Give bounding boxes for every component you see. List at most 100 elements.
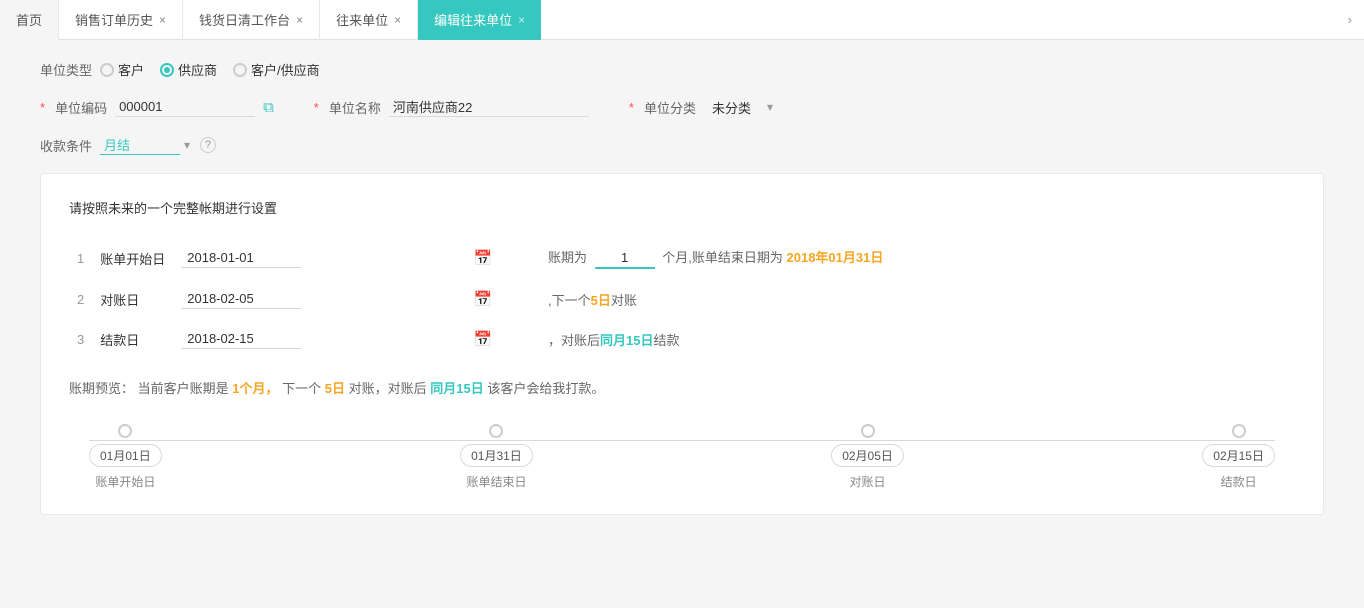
tab-cash-work[interactable]: 钱货日清工作台 × <box>183 0 320 40</box>
step-suffix-2: ,下一个5日对账 <box>540 279 1295 319</box>
tabs-bar: 首页 销售订单历史 × 钱货日清工作台 × 往来单位 × 编辑往来单位 × › <box>0 0 1364 40</box>
preview-text-2: 下一个 <box>282 381 321 396</box>
radio-both-label: 客户/供应商 <box>251 60 320 79</box>
close-icon[interactable]: × <box>296 13 303 27</box>
timeline-node-1: 01月01日 账单开始日 <box>89 424 162 490</box>
timeline-nodes: 01月01日 账单开始日 01月31日 账单结束日 02月05日 对账日 02月… <box>89 424 1275 490</box>
preview-text-3: 对账，对账后 <box>349 381 427 396</box>
preview-hl3: 同月15日 <box>430 381 483 396</box>
chevron-down-payment-icon[interactable]: ▾ <box>184 138 190 152</box>
tab-home-label: 首页 <box>16 10 42 29</box>
calendar-icon-1[interactable]: 📅 <box>473 250 492 267</box>
tab-home[interactable]: 首页 <box>0 0 59 40</box>
radio-circle-both <box>233 63 247 77</box>
payment-terms-label: 收款条件 <box>40 136 92 155</box>
suffix-post-2: 对账 <box>611 293 637 308</box>
radio-circle-customer <box>100 63 114 77</box>
node-date-1: 01月01日 <box>89 444 162 467</box>
node-name-4: 结款日 <box>1221 473 1257 490</box>
preview-hl2: 5日 <box>325 381 345 396</box>
node-date-2: 01月31日 <box>460 444 533 467</box>
tab-partner-unit-label: 往来单位 <box>336 10 388 29</box>
required-star: * <box>629 100 634 115</box>
radio-customer[interactable]: 客户 <box>100 60 144 79</box>
help-icon[interactable]: ? <box>200 137 216 153</box>
required-star: * <box>40 100 45 115</box>
suffix-pre-2: ,下一个 <box>548 293 591 308</box>
unit-type-row: 单位类型 客户 供应商 客户/供应商 <box>40 60 1324 79</box>
unit-name-input[interactable] <box>389 97 589 117</box>
radio-supplier[interactable]: 供应商 <box>160 60 217 79</box>
unit-code-input[interactable] <box>115 97 255 117</box>
period-input[interactable] <box>595 248 655 269</box>
close-icon[interactable]: × <box>518 13 525 27</box>
tab-partner-unit[interactable]: 往来单位 × <box>320 0 418 40</box>
tab-edit-partner[interactable]: 编辑往来单位 × <box>418 0 541 40</box>
tab-cash-work-label: 钱货日清工作台 <box>199 10 290 29</box>
step-num-3: 3 <box>69 319 92 359</box>
close-icon[interactable]: × <box>159 13 166 27</box>
preview-text-4: 该客户会给我打款。 <box>487 381 604 396</box>
tab-sales-history-label: 销售订单历史 <box>75 10 153 29</box>
suffix-day-3: 同月15日 <box>600 333 653 348</box>
preview-section: 账期预览： 当前客户账期是 1个月， 下一个 5日 对账，对账后 同月15日 该… <box>69 377 1295 400</box>
tab-more-button[interactable]: › <box>1336 12 1364 27</box>
node-name-2: 账单结束日 <box>466 473 526 490</box>
timeline-node-3: 02月05日 对账日 <box>831 424 904 490</box>
tab-edit-partner-label: 编辑往来单位 <box>434 10 512 29</box>
node-dot-3 <box>861 424 875 438</box>
step-label-3: 结款日 <box>92 319 173 359</box>
unit-type-label: 单位类型 <box>40 60 92 79</box>
unit-category-value: 未分类 <box>712 98 751 117</box>
radio-both[interactable]: 客户/供应商 <box>233 60 320 79</box>
step-suffix-1: 账期为 个月,账单结束日期为 2018年01月31日 <box>540 237 1295 279</box>
steps-table: 1 账单开始日 📅 账期为 个月,账单结束日期为 2018年01月31日 <box>69 237 1295 359</box>
step-num-1: 1 <box>69 237 92 279</box>
unit-code-label: 单位编码 <box>55 98 107 117</box>
timeline: 01月01日 账单开始日 01月31日 账单结束日 02月05日 对账日 02月… <box>69 424 1295 490</box>
step-suffix-3: ，对账后同月15日结款 <box>540 319 1295 359</box>
settings-card: 请按照未来的一个完整帐期进行设置 1 账单开始日 📅 账期为 <box>40 173 1324 515</box>
node-dot-4 <box>1232 424 1246 438</box>
suffix-day-2: 5日 <box>591 293 611 308</box>
step-date-cell-3 <box>173 319 465 359</box>
calendar-icon-2[interactable]: 📅 <box>473 291 492 308</box>
card-title: 请按照未来的一个完整帐期进行设置 <box>69 198 1295 217</box>
preview-hl1: 1个月， <box>232 381 278 396</box>
step-date-input-3[interactable] <box>181 329 301 349</box>
suffix-pre-3: ，对账后 <box>548 333 600 348</box>
period-prefix: 账期为 <box>548 250 587 265</box>
step-date-cell-1 <box>173 237 465 279</box>
step-num-2: 2 <box>69 279 92 319</box>
radio-customer-label: 客户 <box>118 60 144 79</box>
period-suffix: 个月,账单结束日期为 <box>662 250 783 265</box>
node-date-4: 02月15日 <box>1202 444 1275 467</box>
payment-terms-row: 收款条件 ▾ ? <box>40 135 1324 155</box>
suffix-post-3: 结款 <box>653 333 679 348</box>
preview-text-1: 当前客户账期是 <box>138 381 229 396</box>
unit-name-field: * 单位名称 <box>314 97 589 117</box>
radio-circle-supplier <box>160 63 174 77</box>
step-row-1: 1 账单开始日 📅 账期为 个月,账单结束日期为 2018年01月31日 <box>69 237 1295 279</box>
step-row-2: 2 对账日 📅 ,下一个5日对账 <box>69 279 1295 319</box>
calendar-cell-3: 📅 <box>465 319 540 359</box>
close-icon[interactable]: × <box>394 13 401 27</box>
payment-terms-select[interactable]: ▾ <box>100 135 190 155</box>
step-date-input-1[interactable] <box>181 248 301 268</box>
calendar-cell-1: 📅 <box>465 237 540 279</box>
step-label-2: 对账日 <box>92 279 173 319</box>
timeline-node-4: 02月15日 结款日 <box>1202 424 1275 490</box>
main-content: 单位类型 客户 供应商 客户/供应商 * 单位编码 ⧉ * 单位名称 <box>0 40 1364 608</box>
preview-label: 账期预览： <box>69 381 134 396</box>
calendar-icon-3[interactable]: 📅 <box>473 331 492 348</box>
tab-sales-history[interactable]: 销售订单历史 × <box>59 0 183 40</box>
step-date-input-2[interactable] <box>181 289 301 309</box>
timeline-node-2: 01月31日 账单结束日 <box>460 424 533 490</box>
unit-code-field: * 单位编码 ⧉ <box>40 97 274 117</box>
payment-terms-input[interactable] <box>100 135 180 155</box>
unit-category-label: 单位分类 <box>644 98 696 117</box>
step-date-cell-2 <box>173 279 465 319</box>
step-row-3: 3 结款日 📅 ，对账后同月15日结款 <box>69 319 1295 359</box>
copy-icon[interactable]: ⧉ <box>263 99 274 116</box>
chevron-down-icon[interactable]: ▾ <box>767 100 773 114</box>
